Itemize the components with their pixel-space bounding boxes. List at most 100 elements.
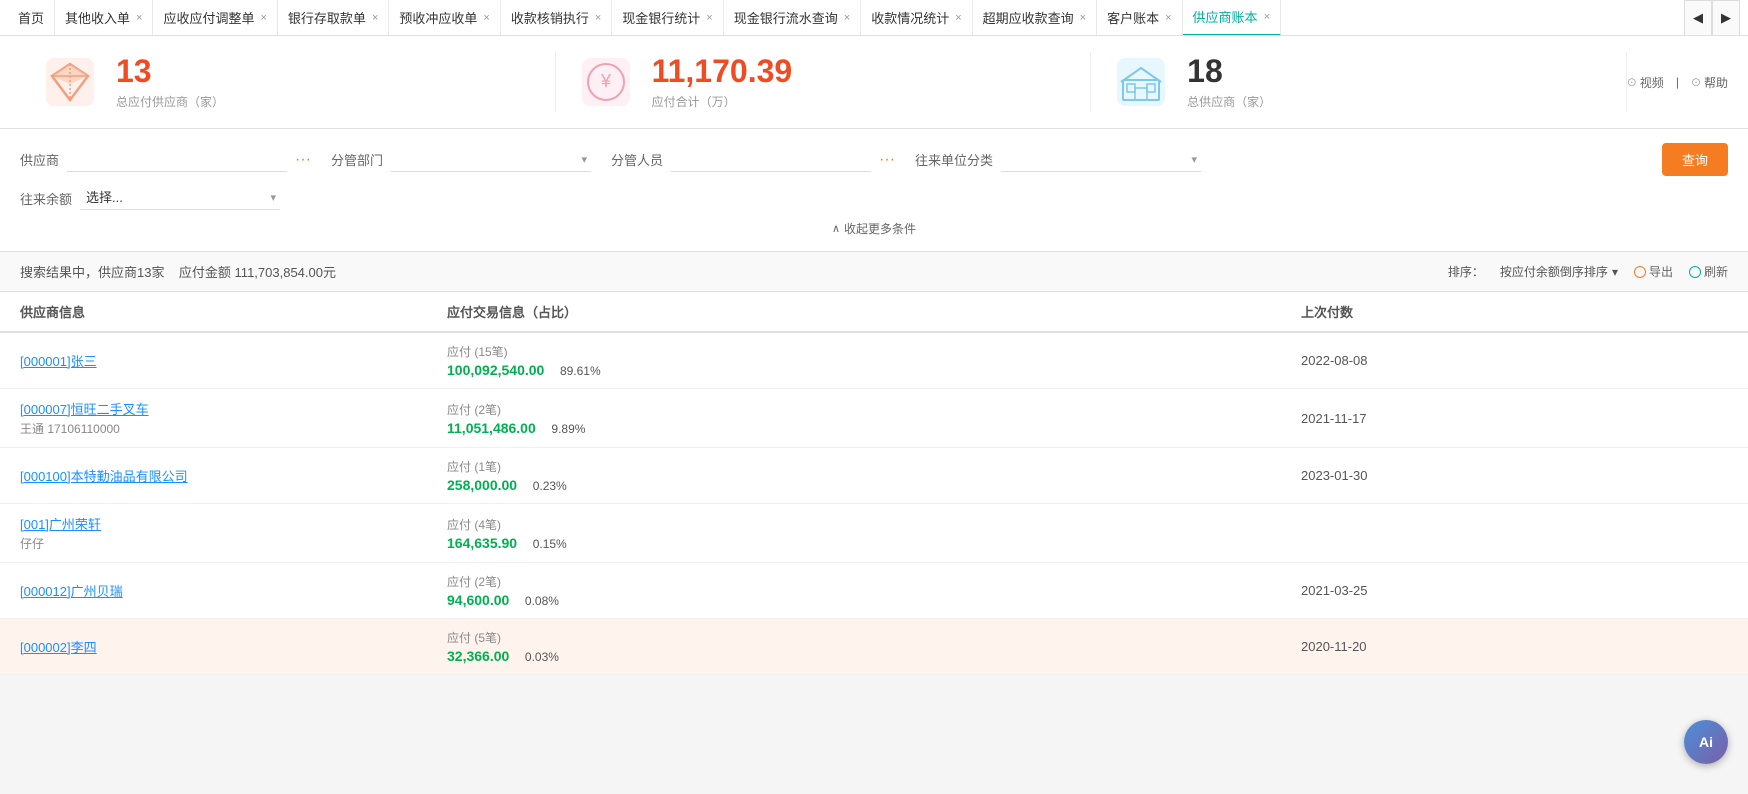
chevron-up-icon: ∧ bbox=[832, 222, 840, 235]
supplier-link[interactable]: [000001]张三 bbox=[20, 351, 447, 370]
table-row: [000100]本特勤油品有限公司 应付 (1笔) 258,000.00 0.2… bbox=[0, 448, 1748, 504]
card3-content: 18 总供应商（家） bbox=[1187, 54, 1271, 110]
summary-card-payable-suppliers: 13 总应付供应商（家） bbox=[20, 52, 556, 112]
nav-receipt-verify[interactable]: 收款核销执行 × bbox=[501, 0, 612, 36]
card1-number: 13 bbox=[116, 54, 224, 89]
table-row: [001]广州荣轩 仔仔 应付 (4笔) 164,635.90 0.15% bbox=[0, 504, 1748, 563]
payable-amount: 11,051,486.00 bbox=[447, 420, 536, 436]
nav-other-income[interactable]: 其他收入单 × bbox=[55, 0, 153, 36]
card3-number: 18 bbox=[1187, 54, 1271, 89]
query-button[interactable]: 查询 bbox=[1662, 143, 1728, 176]
supplier-label: 供应商 bbox=[20, 150, 59, 169]
payable-info-col: 应付 (2笔) 94,600.00 0.08% bbox=[447, 573, 1301, 608]
export-button[interactable]: 导出 bbox=[1634, 263, 1673, 280]
summary-card-payable-total: ¥ 11,170.39 应付合计（万） bbox=[556, 52, 1092, 112]
department-label: 分管部门 bbox=[331, 150, 383, 169]
nav-close-receipt-stat[interactable]: × bbox=[955, 12, 961, 24]
nav-home[interactable]: 首页 bbox=[8, 0, 55, 36]
payable-amount: 100,092,540.00 bbox=[447, 362, 544, 378]
supplier-link[interactable]: [000007]恒旺二手叉车 bbox=[20, 399, 447, 418]
supplier-info-col: [000012]广州贝瑞 bbox=[20, 581, 447, 600]
nav-arrow-right[interactable]: ▶ bbox=[1712, 0, 1740, 36]
unit-type-select-wrapper: ▾ bbox=[1001, 148, 1201, 172]
manager-label: 分管人员 bbox=[611, 150, 663, 169]
nav-cash-bank-stat[interactable]: 现金银行统计 × bbox=[612, 0, 723, 36]
payable-percent: 0.08% bbox=[525, 594, 559, 608]
svg-text:¥: ¥ bbox=[600, 71, 612, 91]
search-field-balance: 往来余额 选择... ▾ bbox=[20, 186, 280, 210]
search-field-supplier: 供应商 ··· bbox=[20, 148, 311, 172]
payable-info-col: 应付 (4笔) 164,635.90 0.15% bbox=[447, 516, 1301, 551]
nav-close-overdue-ar[interactable]: × bbox=[1080, 12, 1086, 24]
nav-close-bank-deposit[interactable]: × bbox=[372, 12, 378, 24]
help-link[interactable]: ⊙ 帮助 bbox=[1691, 74, 1728, 91]
last-pay-col: 2023-01-30 bbox=[1301, 468, 1728, 483]
star-icon: ¥ bbox=[576, 52, 636, 112]
card2-content: 11,170.39 应付合计（万） bbox=[652, 54, 793, 110]
supplier-sub: 王通 17106110000 bbox=[20, 420, 447, 437]
supplier-link[interactable]: [000012]广州贝瑞 bbox=[20, 581, 447, 600]
col-header-lastpay: 上次付数 bbox=[1301, 302, 1728, 321]
search-field-department: 分管部门 ▾ bbox=[331, 148, 591, 172]
sort-dropdown[interactable]: 按应付余额倒序排序 ▾ bbox=[1500, 263, 1618, 280]
last-pay-col: 2020-11-20 bbox=[1301, 639, 1728, 654]
results-summary: 搜索结果中，供应商13家 应付金额 111,703,854.00元 bbox=[20, 262, 336, 281]
last-pay-col: 2021-03-25 bbox=[1301, 583, 1728, 598]
nav-close-customer-ledger[interactable]: × bbox=[1165, 12, 1171, 24]
payable-info-col: 应付 (5笔) 32,366.00 0.03% bbox=[447, 629, 1301, 664]
nav-arrow-left[interactable]: ◀ bbox=[1684, 0, 1712, 36]
manager-input[interactable] bbox=[671, 148, 871, 172]
supplier-info-col: [000001]张三 bbox=[20, 351, 447, 370]
summary-area: 13 总应付供应商（家） ¥ 11,170.39 应付合计（万） bbox=[0, 36, 1748, 129]
supplier-sub: 仔仔 bbox=[20, 535, 447, 552]
export-dot-icon bbox=[1634, 266, 1646, 278]
results-bar: 搜索结果中，供应商13家 应付金额 111,703,854.00元 排序： 按应… bbox=[0, 252, 1748, 292]
video-link[interactable]: ⊙ 视频 bbox=[1627, 74, 1664, 91]
top-right-links: ⊙ 视频 | ⊙ 帮助 bbox=[1627, 74, 1728, 91]
payable-percent: 0.03% bbox=[525, 650, 559, 664]
payable-info-col: 应付 (1笔) 258,000.00 0.23% bbox=[447, 458, 1301, 493]
balance-select[interactable]: 选择... bbox=[80, 186, 280, 209]
payable-percent: 0.23% bbox=[533, 479, 567, 493]
balance-select-wrapper: 选择... ▾ bbox=[80, 186, 280, 210]
balance-label: 往来余额 bbox=[20, 189, 72, 208]
nav-supplier-ledger[interactable]: 供应商账本 × bbox=[1183, 0, 1281, 36]
collapse-button[interactable]: ∧ 收起更多条件 bbox=[832, 220, 916, 237]
nav-close-other-income[interactable]: × bbox=[136, 12, 142, 24]
card3-label: 总供应商（家） bbox=[1187, 93, 1271, 110]
nav-close-ar-ap-adjust[interactable]: × bbox=[260, 12, 266, 24]
supplier-info-col: [000002]李四 bbox=[20, 637, 447, 656]
supplier-info-col: [001]广州荣轩 仔仔 bbox=[20, 514, 447, 552]
supplier-link[interactable]: [000002]李四 bbox=[20, 637, 447, 656]
nav-close-advance-offset[interactable]: × bbox=[483, 12, 489, 24]
unit-type-select[interactable] bbox=[1001, 148, 1201, 171]
nav-close-cash-bank-stat[interactable]: × bbox=[706, 12, 712, 24]
refresh-button[interactable]: 刷新 bbox=[1689, 263, 1728, 280]
card1-label: 总应付供应商（家） bbox=[116, 93, 224, 110]
department-select[interactable] bbox=[391, 148, 591, 171]
payable-amount: 258,000.00 bbox=[447, 477, 517, 493]
nav-close-supplier-ledger[interactable]: × bbox=[1264, 11, 1270, 23]
search-area: 供应商 ··· 分管部门 ▾ 分管人员 ··· 往来单位分类 bbox=[0, 129, 1748, 252]
nav-ar-ap-adjust[interactable]: 应收应付调整单 × bbox=[153, 0, 277, 36]
supplier-link[interactable]: [001]广州荣轩 bbox=[20, 514, 447, 533]
last-pay-col: 2021-11-17 bbox=[1301, 411, 1728, 426]
refresh-dot-icon bbox=[1689, 266, 1701, 278]
nav-bank-deposit[interactable]: 银行存取款单 × bbox=[278, 0, 389, 36]
summary-card-total-suppliers: 18 总供应商（家） bbox=[1091, 52, 1627, 112]
nav-advance-offset[interactable]: 预收冲应收单 × bbox=[389, 0, 500, 36]
nav-receipt-stat[interactable]: 收款情况统计 × bbox=[861, 0, 972, 36]
nav-close-receipt-verify[interactable]: × bbox=[595, 12, 601, 24]
supplier-input[interactable] bbox=[67, 148, 287, 172]
nav-overdue-ar[interactable]: 超期应收款查询 × bbox=[973, 0, 1097, 36]
payable-percent: 0.15% bbox=[533, 537, 567, 551]
manager-dots-icon[interactable]: ··· bbox=[879, 151, 895, 169]
supplier-link[interactable]: [000100]本特勤油品有限公司 bbox=[20, 466, 447, 485]
nav-cash-bank-flow[interactable]: 现金银行流水查询 × bbox=[724, 0, 861, 36]
payable-amount: 164,635.90 bbox=[447, 535, 517, 551]
nav-customer-ledger[interactable]: 客户账本 × bbox=[1097, 0, 1182, 36]
search-row-2: 往来余额 选择... ▾ bbox=[20, 186, 1728, 210]
ai-button[interactable]: Ai bbox=[1684, 720, 1728, 764]
nav-close-cash-bank-flow[interactable]: × bbox=[844, 12, 850, 24]
supplier-dots-icon[interactable]: ··· bbox=[295, 151, 311, 169]
